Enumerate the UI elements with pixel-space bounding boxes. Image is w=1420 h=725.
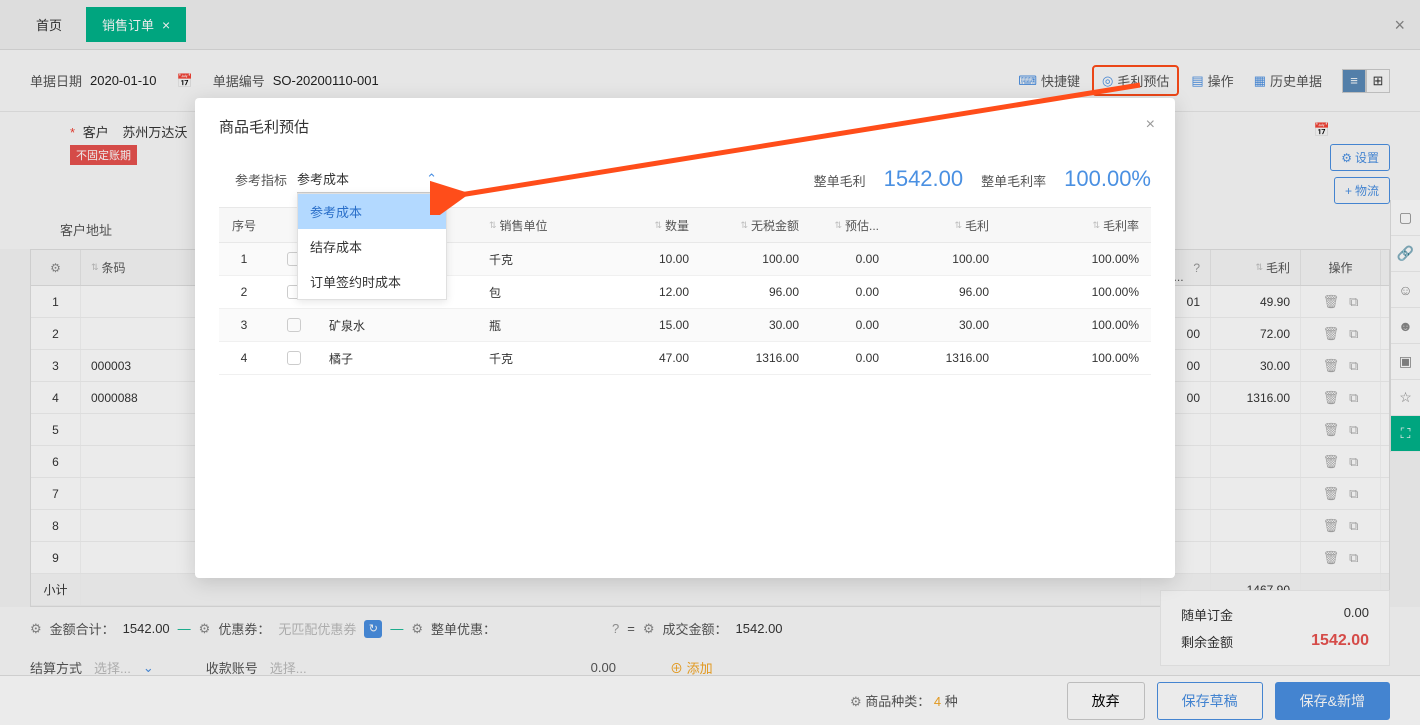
filter-select[interactable]: 参考成本 ⌃ 参考成本 结存成本 订单签约时成本: [297, 165, 437, 193]
unit-cell: 千克: [479, 251, 599, 268]
modal-summary: 整单毛利 1542.00 整单毛利率 100.00%: [814, 166, 1151, 192]
amount-cell: 1316.00: [699, 351, 809, 365]
checkbox[interactable]: [287, 351, 301, 365]
unit-cell: 包: [479, 284, 599, 301]
profit-cell: 100.00: [889, 252, 999, 266]
table-row: 3矿泉水瓶15.0030.000.0030.00100.00%: [219, 309, 1151, 342]
modal-header: 商品毛利预估 ×: [195, 98, 1175, 155]
unit-cell: 瓶: [479, 317, 599, 334]
qty-cell: 12.00: [599, 285, 699, 299]
total-rate-label: 整单毛利率: [981, 171, 1046, 190]
dropdown-option[interactable]: 结存成本: [298, 229, 446, 264]
filter-value: 参考成本: [297, 169, 349, 188]
dropdown-option[interactable]: 参考成本: [298, 194, 446, 229]
close-icon[interactable]: ×: [1146, 116, 1155, 134]
profit-cell: 30.00: [889, 318, 999, 332]
rate-cell: 100.00%: [999, 318, 1149, 332]
profit-cell: 96.00: [889, 285, 999, 299]
sort-icon[interactable]: ⇅: [740, 220, 748, 231]
profit-cell: 1316.00: [889, 351, 999, 365]
name-cell: 橘子: [319, 350, 479, 367]
sort-icon[interactable]: ⇅: [954, 220, 962, 231]
est-cell: 0.00: [809, 252, 889, 266]
sort-icon[interactable]: ⇅: [654, 220, 662, 231]
est-cell: 0.00: [809, 351, 889, 365]
checkbox[interactable]: [287, 318, 301, 332]
check-cell[interactable]: [269, 318, 319, 332]
qty-cell: 47.00: [599, 351, 699, 365]
rate-cell: 100.00%: [999, 285, 1149, 299]
qty-cell: 10.00: [599, 252, 699, 266]
filter-label: 参考指标: [235, 170, 287, 189]
est-cell: 0.00: [809, 285, 889, 299]
name-cell: 矿泉水: [319, 317, 479, 334]
modal-title: 商品毛利预估: [219, 119, 309, 136]
total-rate-value: 100.00%: [1064, 166, 1151, 192]
total-profit-label: 整单毛利: [814, 171, 866, 190]
total-profit-value: 1542.00: [884, 166, 964, 192]
amount-cell: 100.00: [699, 252, 809, 266]
modal-filter-row: 参考指标 参考成本 ⌃ 参考成本 结存成本 订单签约时成本 整单毛利 1542.…: [195, 155, 1175, 207]
seq-cell: 4: [219, 351, 269, 365]
rate-cell: 100.00%: [999, 252, 1149, 266]
seq-cell: 1: [219, 252, 269, 266]
sort-icon[interactable]: ⇅: [834, 220, 842, 231]
est-cell: 0.00: [809, 318, 889, 332]
amount-cell: 30.00: [699, 318, 809, 332]
sort-icon[interactable]: ⇅: [489, 220, 497, 231]
rate-cell: 100.00%: [999, 351, 1149, 365]
filter-dropdown: 参考成本 结存成本 订单签约时成本: [297, 193, 447, 300]
unit-cell: 千克: [479, 350, 599, 367]
profit-modal: 商品毛利预估 × 参考指标 参考成本 ⌃ 参考成本 结存成本 订单签约时成本 整…: [195, 98, 1175, 578]
sort-icon[interactable]: ⇅: [1092, 220, 1100, 231]
amount-cell: 96.00: [699, 285, 809, 299]
seq-cell: 3: [219, 318, 269, 332]
check-cell[interactable]: [269, 351, 319, 365]
seq-cell: 2: [219, 285, 269, 299]
table-row: 4橘子千克47.001316.000.001316.00100.00%: [219, 342, 1151, 375]
chevron-up-icon: ⌃: [426, 171, 437, 187]
qty-cell: 15.00: [599, 318, 699, 332]
dropdown-option[interactable]: 订单签约时成本: [298, 264, 446, 299]
